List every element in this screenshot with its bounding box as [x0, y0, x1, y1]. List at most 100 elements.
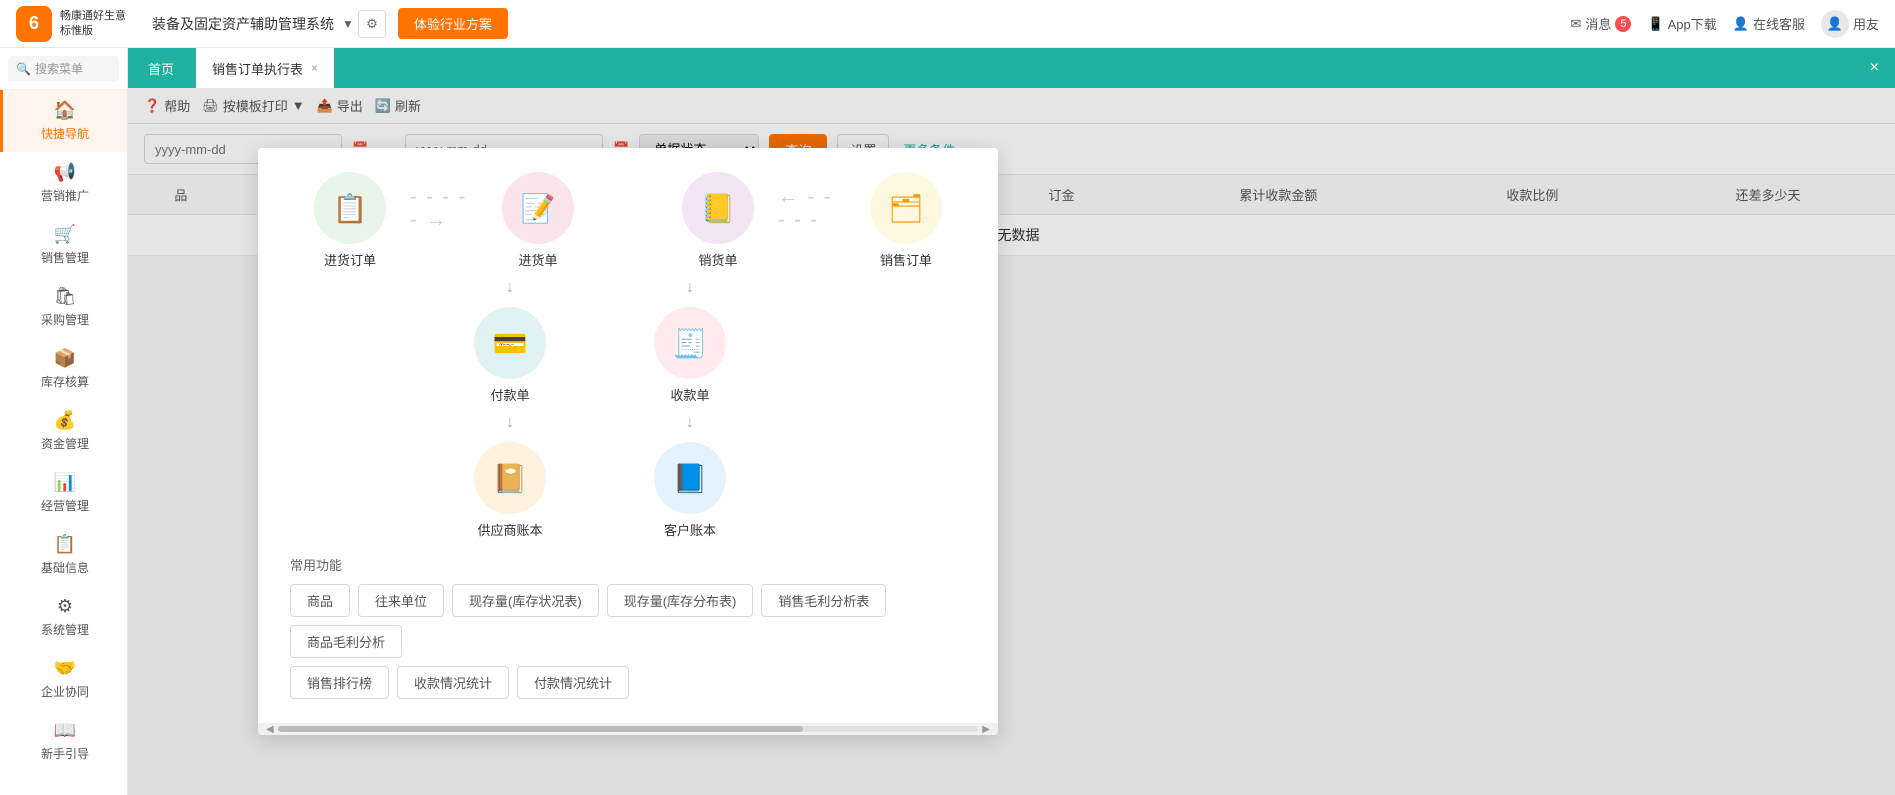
sidebar: 🔍 搜索菜单 🏠快捷导航📢营销推广🛒销售管理🛍采购管理📦库存核算💰资金管理📊经营… [0, 48, 128, 795]
func-btn-5[interactable]: 商品毛利分析 [290, 625, 402, 658]
sidebar-item-ops[interactable]: 📊经营管理 [0, 462, 127, 524]
arrow-v-1: ↓ [450, 277, 570, 299]
system-name: 装备及固定资产辅助管理系统 [152, 14, 334, 34]
common-functions: 常用功能 商品往来单位现存量(库存状况表)现存量(库存分布表)销售毛利分析表商品… [290, 555, 966, 699]
func-btn-1[interactable]: 往来单位 [358, 584, 444, 617]
close-main-icon[interactable]: × [1854, 59, 1895, 77]
arrow-h-2: ← - - - - - [778, 186, 846, 256]
circle-receipt: 🧾 [654, 307, 726, 379]
circle-customer-ledger: 📘 [654, 442, 726, 514]
flow-row-3: 📔 供应商账本 📘 客户账本 [290, 442, 966, 539]
func-btn-0[interactable]: 商品 [290, 584, 350, 617]
user-avatar: 👤 [1821, 10, 1849, 38]
app-wrapper: 6 畅康通好生意 标惟版 装备及固定资产辅助管理系统 ▼ ⚙ 体验行业方案 ✉ … [0, 0, 1895, 795]
label-payment: 付款单 [490, 385, 529, 404]
search-label: 搜索菜单 [35, 60, 83, 77]
label-sales-order: 销售订单 [880, 250, 932, 269]
sidebar-item-base[interactable]: 📋基础信息 [0, 524, 127, 586]
scrollbar-track[interactable] [278, 726, 979, 732]
modal-box: 📋 进货订单 - - - - - → [258, 148, 998, 735]
app-icon: 📱 [1647, 16, 1663, 32]
flow-node-customer-ledger[interactable]: 📘 客户账本 [630, 442, 750, 539]
logo-icon: 6 [16, 6, 52, 42]
circle-supplier-ledger: 📔 [474, 442, 546, 514]
top-right: ✉ 消息 5 📱 App下载 👤 在线客服 👤 用友 [1570, 10, 1879, 38]
newbie-icon: 📖 [54, 720, 76, 741]
tab-close-icon[interactable]: × [311, 61, 318, 75]
func-btn-6[interactable]: 销售排行榜 [290, 666, 389, 699]
dropdown-icon[interactable]: ▼ [342, 17, 354, 31]
sidebar-item-sales[interactable]: 🛒销售管理 [0, 214, 127, 276]
label-sales-bill: 销货单 [698, 250, 737, 269]
service-icon: 👤 [1733, 16, 1749, 32]
circle-purchase-bill: 📝 [502, 172, 574, 244]
app-download-btn[interactable]: 📱 App下载 [1647, 14, 1716, 33]
func-btn-2[interactable]: 现存量(库存状况表) [452, 584, 599, 617]
trial-button[interactable]: 体验行业方案 [398, 8, 508, 39]
flow-node-sales-order[interactable]: 🗂 销售订单 [846, 172, 966, 269]
flow-node-purchase-bill[interactable]: 📝 进货单 [478, 172, 598, 269]
system-icon: ⚙ [57, 596, 73, 617]
inventory-icon: 📦 [54, 348, 76, 369]
sidebar-search[interactable]: 🔍 搜索菜单 [0, 48, 127, 90]
arrow-v-2: ↓ [630, 277, 750, 299]
circle-sales-order: 🗂 [870, 172, 942, 244]
sidebar-item-finance[interactable]: 💰资金管理 [0, 400, 127, 462]
label-receipt: 收款单 [670, 385, 709, 404]
message-icon: ✉ [1570, 16, 1581, 32]
service-btn[interactable]: 👤 在线客服 [1733, 14, 1805, 33]
page-content: ❓ 帮助 🖨 按模板打印 ▼ 📤 导出 🔄 刷新 [128, 88, 1895, 795]
sales-icon: 🛒 [54, 224, 76, 245]
flow-node-purchase-order[interactable]: 📋 进货订单 [290, 172, 410, 269]
func-btn-8[interactable]: 付款情况统计 [517, 666, 629, 699]
scroll-left-icon[interactable]: ◀ [262, 724, 278, 735]
modal-scrollbar: ◀ ▶ [258, 723, 998, 735]
message-btn[interactable]: ✉ 消息 5 [1570, 14, 1631, 33]
flow-arrows-down-2: ↓ ↓ [290, 412, 966, 434]
label-purchase-order: 进货订单 [324, 250, 376, 269]
sidebar-item-purchase[interactable]: 🛍采购管理 [0, 276, 127, 338]
settings-icon[interactable]: ⚙ [358, 10, 386, 38]
search-inner[interactable]: 🔍 搜索菜单 [8, 56, 119, 81]
func-btn-7[interactable]: 收款情况统计 [397, 666, 509, 699]
arrow-h-1: - - - - - → [410, 186, 478, 256]
function-btns-row1: 商品往来单位现存量(库存状况表)现存量(库存分布表)销售毛利分析表商品毛利分析 [290, 584, 966, 658]
flow-node-sales-bill[interactable]: 📒 销货单 [658, 172, 778, 269]
sidebar-item-collab[interactable]: 🤝企业协同 [0, 648, 127, 710]
search-icon: 🔍 [16, 62, 31, 76]
func-btn-3[interactable]: 现存量(库存分布表) [607, 584, 754, 617]
system-title: 装备及固定资产辅助管理系统 ▼ [152, 14, 354, 34]
sidebar-item-inventory[interactable]: 📦库存核算 [0, 338, 127, 400]
top-bar: 6 畅康通好生意 标惟版 装备及固定资产辅助管理系统 ▼ ⚙ 体验行业方案 ✉ … [0, 0, 1895, 48]
circle-purchase-order: 📋 [314, 172, 386, 244]
label-purchase-bill: 进货单 [518, 250, 557, 269]
tab-home[interactable]: 首页 [128, 48, 194, 88]
func-btn-4[interactable]: 销售毛利分析表 [761, 584, 886, 617]
quicknav-icon: 🏠 [54, 100, 76, 121]
sidebar-item-marketing[interactable]: 📢营销推广 [0, 152, 127, 214]
flow-row-2: 💳 付款单 🧾 收款单 [290, 307, 966, 404]
flow-row-1: 📋 进货订单 - - - - - → [290, 172, 966, 269]
sidebar-item-system[interactable]: ⚙系统管理 [0, 586, 127, 648]
finance-icon: 💰 [54, 410, 76, 431]
flow-node-supplier-ledger[interactable]: 📔 供应商账本 [450, 442, 570, 539]
content-area: 首页 销售订单执行表 × × ❓ 帮助 🖨 按模板打印 [128, 48, 1895, 795]
scroll-right-icon[interactable]: ▶ [978, 724, 994, 735]
sidebar-item-newbie[interactable]: 📖新手引导 [0, 710, 127, 772]
marketing-icon: 📢 [54, 162, 76, 183]
logo-area: 6 畅康通好生意 标惟版 [16, 6, 144, 42]
base-icon: 📋 [54, 534, 76, 555]
flow-node-receipt[interactable]: 🧾 收款单 [630, 307, 750, 404]
flow-arrows-down: ↓ ↓ [290, 277, 966, 299]
sidebar-item-quicknav[interactable]: 🏠快捷导航 [0, 90, 127, 152]
circle-sales-bill: 📒 [682, 172, 754, 244]
main-area: 🔍 搜索菜单 🏠快捷导航📢营销推广🛒销售管理🛍采购管理📦库存核算💰资金管理📊经营… [0, 48, 1895, 795]
label-customer-ledger: 客户账本 [664, 520, 716, 539]
user-area[interactable]: 👤 用友 [1821, 10, 1879, 38]
arrow-v-4: ↓ [630, 412, 750, 434]
tab-label: 销售订单执行表 [212, 59, 303, 78]
tab-bar: 首页 销售订单执行表 × × [128, 48, 1895, 88]
tab-sales-order[interactable]: 销售订单执行表 × [196, 48, 334, 88]
modal-content: 📋 进货订单 - - - - - → [258, 148, 998, 723]
flow-node-payment[interactable]: 💳 付款单 [450, 307, 570, 404]
